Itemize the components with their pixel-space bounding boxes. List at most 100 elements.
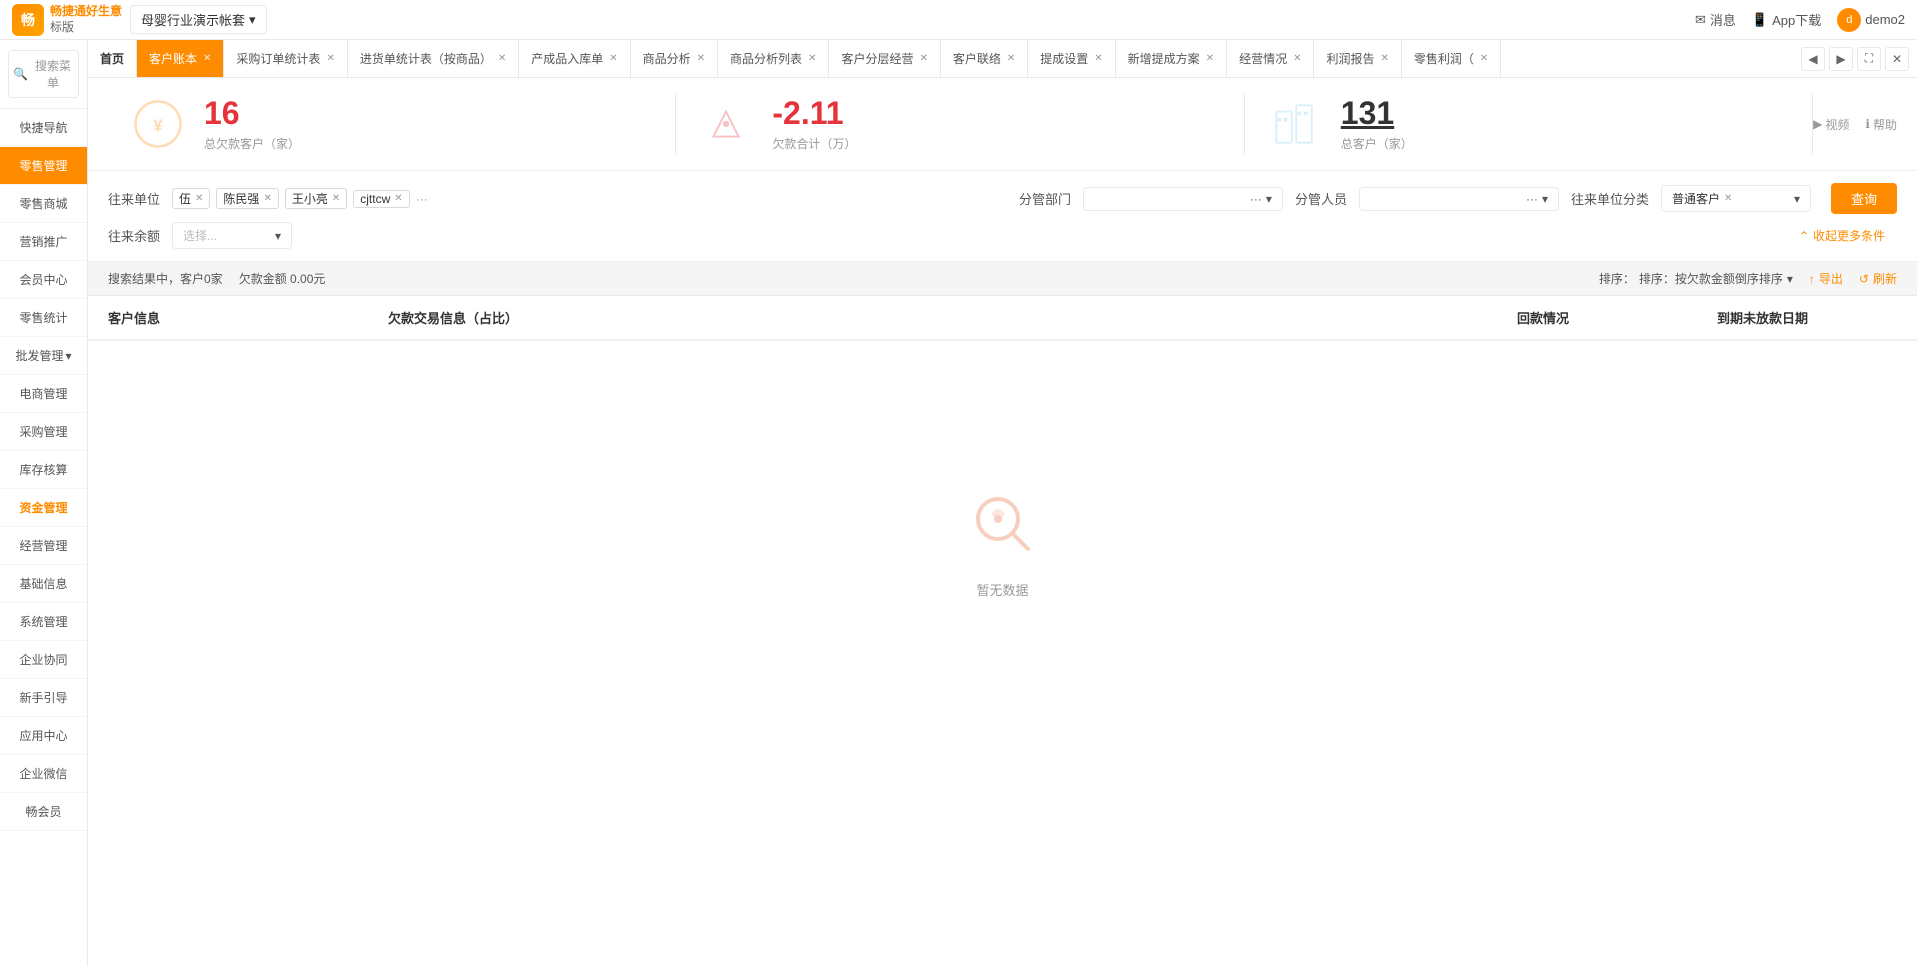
- tab-close-12[interactable]: ✕: [1381, 53, 1389, 64]
- tab-close-13[interactable]: ✕: [1480, 53, 1488, 64]
- tab-close-11[interactable]: ✕: [1293, 53, 1301, 64]
- tab-purchase-order-stats[interactable]: 采购订单统计表 ✕: [224, 40, 347, 78]
- tab-raise-settings[interactable]: 提成设置 ✕: [1028, 40, 1115, 78]
- sidebar-item-inventory[interactable]: 库存核算: [0, 451, 87, 489]
- unit-tag-wu-close[interactable]: ✕: [195, 193, 203, 204]
- tab-close-5[interactable]: ✕: [697, 53, 705, 64]
- tab-product-analysis-list[interactable]: 商品分析列表 ✕: [718, 40, 829, 78]
- brand-name: 畅捷通好生意: [50, 4, 122, 20]
- unit-tag-cjttcw-close[interactable]: ✕: [394, 193, 402, 204]
- sidebar-item-purchase[interactable]: 采购管理: [0, 413, 87, 451]
- sidebar-item-enterprise-wechat[interactable]: 企业微信: [0, 755, 87, 793]
- search-menu-btn[interactable]: 🔍 搜索菜单: [8, 50, 79, 98]
- message-btn[interactable]: ✉ 消息: [1695, 10, 1736, 29]
- export-icon: ↑: [1809, 272, 1815, 286]
- tab-customer-segment[interactable]: 客户分层经营 ✕: [829, 40, 940, 78]
- debt-icon: [696, 94, 756, 154]
- filter-row-1: 往来单位 伍 ✕ 陈民强 ✕ 王小亮 ✕ cjttcw: [108, 183, 1897, 214]
- debt-amount: 欠款金额 0.00元: [239, 270, 326, 287]
- tab-close-10[interactable]: ✕: [1206, 53, 1214, 64]
- tab-close-6[interactable]: ✕: [808, 53, 816, 64]
- tab-close-customer-book[interactable]: ✕: [203, 53, 211, 64]
- svg-text:¥: ¥: [153, 116, 163, 136]
- tab-production-stock[interactable]: 产成品入库单 ✕: [519, 40, 630, 78]
- search-icon: 🔍: [13, 67, 28, 81]
- unit-category-select[interactable]: 普通客户 ✕ ▾: [1661, 185, 1811, 212]
- tab-maximize[interactable]: ⛶: [1857, 47, 1881, 71]
- sidebar-item-system[interactable]: 系统管理: [0, 603, 87, 641]
- person-select[interactable]: ··· ▾: [1359, 187, 1559, 211]
- sidebar-item-marketing[interactable]: 营销推广: [0, 223, 87, 261]
- stats-bar: ¥ 16 总欠款客户（家） -2.11 欠款合计（万: [88, 78, 1917, 171]
- manual-help-btn[interactable]: ℹ 帮助: [1865, 116, 1897, 133]
- sidebar-item-operations[interactable]: 经营管理: [0, 527, 87, 565]
- play-icon: ▶: [1813, 117, 1822, 131]
- retail-manage-label: 零售管理: [19, 159, 67, 173]
- tab-close-8[interactable]: ✕: [1007, 53, 1015, 64]
- unit-category-tag: 普通客户 ✕: [1672, 190, 1732, 207]
- export-button[interactable]: ↑ 导出: [1809, 270, 1843, 287]
- tab-close-3[interactable]: ✕: [498, 53, 506, 64]
- empty-text: 暂无数据: [963, 580, 1043, 599]
- tab-new-raise[interactable]: 新增提成方案 ✕: [1116, 40, 1227, 78]
- tab-ops-status[interactable]: 经营情况 ✕: [1227, 40, 1314, 78]
- table-area: 客户信息 欠款交易信息（占比） 回款情况 到期未放款日期: [88, 296, 1917, 966]
- refresh-button[interactable]: ↺ 刷新: [1859, 270, 1897, 287]
- sidebar-item-finance[interactable]: 资金管理: [0, 489, 87, 527]
- app-download-btn[interactable]: 📱 App下载: [1752, 10, 1821, 29]
- store-selector[interactable]: 母婴行业演示帐套 ▾: [130, 5, 267, 34]
- sidebar-item-wholesale[interactable]: 批发管理 ▾: [0, 337, 87, 375]
- sidebar-item-retail-mall[interactable]: 零售商城: [0, 185, 87, 223]
- tab-profit-report[interactable]: 利润报告 ✕: [1314, 40, 1401, 78]
- tab-scroll-right[interactable]: ▶: [1829, 47, 1853, 71]
- tab-bar: 首页 客户账本 ✕ 采购订单统计表 ✕ 进货单统计表（按商品） ✕ 产成品入库单…: [88, 40, 1917, 78]
- sidebar-item-app-center[interactable]: 应用中心: [0, 717, 87, 755]
- video-help-btn[interactable]: ▶ 视频: [1813, 116, 1849, 133]
- collapse-button[interactable]: ⌃ 收起更多条件: [1787, 223, 1897, 248]
- sidebar-item-retail-stat[interactable]: 零售统计: [0, 299, 87, 337]
- stat-label-debt: 欠款合计（万）: [772, 135, 856, 152]
- unit-tag-chen-close[interactable]: ✕: [263, 193, 271, 204]
- sidebar-item-ecommerce[interactable]: 电商管理: [0, 375, 87, 413]
- download-icon: 📱: [1752, 12, 1768, 28]
- sidebar-item-retail-manage[interactable]: 零售管理: [0, 147, 87, 185]
- help-icon: ℹ: [1865, 117, 1870, 131]
- stat-content-3: 131 总客户（家）: [1341, 97, 1413, 152]
- logo-icon: 畅: [12, 4, 44, 36]
- dropdown-icon: ▾: [249, 12, 256, 28]
- unit-tag-wang: 王小亮 ✕: [285, 188, 347, 209]
- dept-select[interactable]: ··· ▾: [1083, 187, 1283, 211]
- dept-arrow-icon: ▾: [1266, 192, 1272, 206]
- sidebar-item-member[interactable]: 会员中心: [0, 261, 87, 299]
- sidebar-item-quick-nav[interactable]: 快捷导航: [0, 109, 87, 147]
- tab-stock-stats[interactable]: 进货单统计表（按商品） ✕: [348, 40, 519, 78]
- unit-tag-more[interactable]: ···: [416, 192, 428, 206]
- category-tag-close[interactable]: ✕: [1724, 193, 1732, 204]
- tab-retail-profit[interactable]: 零售利润（ ✕: [1402, 40, 1501, 78]
- dept-label: 分管部门: [1019, 189, 1071, 208]
- sidebar-item-member-vip[interactable]: 畅会员: [0, 793, 87, 831]
- tab-close-4[interactable]: ✕: [609, 53, 617, 64]
- credit-select[interactable]: 选择... ▾: [172, 222, 292, 249]
- sidebar-item-enterprise-coop[interactable]: 企业协同: [0, 641, 87, 679]
- th-due-date: 到期未放款日期: [1697, 296, 1917, 339]
- stat-number-customers: 16: [204, 97, 300, 129]
- user-avatar[interactable]: d demo2: [1837, 8, 1905, 32]
- sidebar-item-basic-info[interactable]: 基础信息: [0, 565, 87, 603]
- dept-dropdown-icon: ···: [1250, 192, 1262, 206]
- tab-scroll-left[interactable]: ◀: [1801, 47, 1825, 71]
- sort-selector[interactable]: 排序： 排序：按欠款金额倒序排序 ▾: [1599, 270, 1793, 287]
- tab-product-analysis[interactable]: 商品分析 ✕: [631, 40, 718, 78]
- tab-close-all[interactable]: ✕: [1885, 47, 1909, 71]
- tab-home[interactable]: 首页: [88, 40, 137, 78]
- tab-close-7[interactable]: ✕: [919, 53, 927, 64]
- tab-controls: ◀ ▶ ⛶ ✕: [1793, 47, 1917, 71]
- tab-close-2[interactable]: ✕: [326, 53, 334, 64]
- tab-customer-book[interactable]: 客户账本 ✕: [137, 40, 224, 78]
- sidebar-item-newbie[interactable]: 新手引导: [0, 679, 87, 717]
- query-button[interactable]: 查询: [1831, 183, 1897, 214]
- table-header: 客户信息 欠款交易信息（占比） 回款情况 到期未放款日期: [88, 296, 1917, 341]
- tab-close-9[interactable]: ✕: [1094, 53, 1102, 64]
- tab-customer-contact[interactable]: 客户联络 ✕: [941, 40, 1028, 78]
- unit-tag-wang-close[interactable]: ✕: [332, 193, 340, 204]
